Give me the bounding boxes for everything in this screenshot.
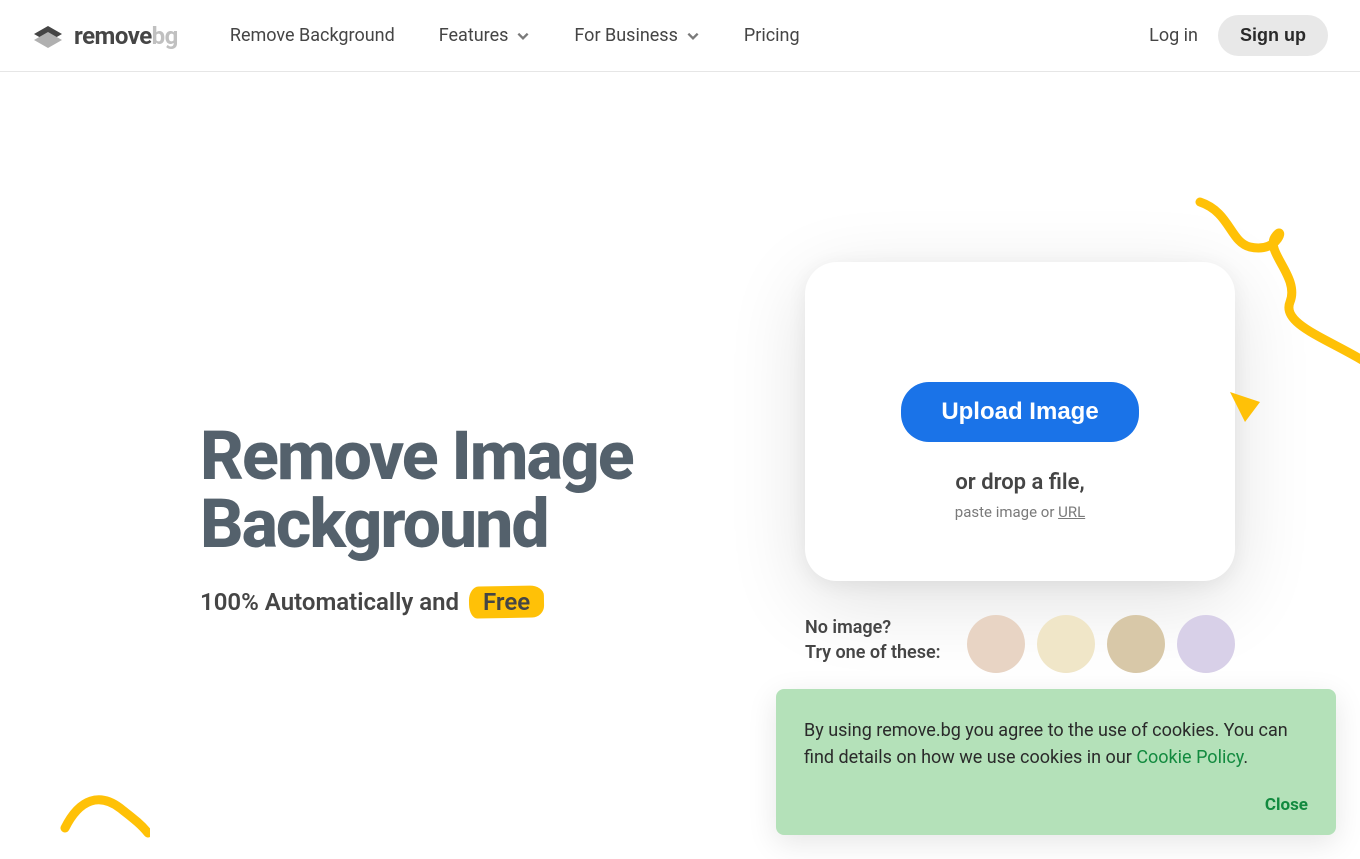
paste-text: paste image or URL — [955, 503, 1085, 521]
no-image-line1: No image? — [805, 615, 941, 640]
no-image-text: No image? Try one of these: — [805, 615, 941, 665]
header: removebg Remove Background Features For … — [0, 0, 1360, 72]
logo-text: removebg — [74, 22, 178, 50]
logo-icon — [32, 24, 64, 48]
nav-remove-background[interactable]: Remove Background — [230, 25, 395, 46]
sample-thumb-3[interactable] — [1107, 615, 1165, 673]
squiggle-decoration-icon — [1190, 192, 1360, 472]
page-title: Remove Image Background — [200, 422, 720, 558]
nav-label: Pricing — [744, 25, 800, 46]
sample-thumb-2[interactable] — [1037, 615, 1095, 673]
main-nav: Remove Background Features For Business … — [230, 25, 800, 46]
hero-subtitle: 100% Automatically and Free — [200, 586, 720, 618]
header-right: Log in Sign up — [1149, 15, 1328, 56]
upload-button[interactable]: Upload Image — [901, 382, 1138, 442]
cookie-actions: Close — [804, 795, 1308, 815]
cookie-close-button[interactable]: Close — [1265, 795, 1308, 815]
header-left: removebg Remove Background Features For … — [32, 22, 800, 50]
signup-button[interactable]: Sign up — [1218, 15, 1328, 56]
url-link[interactable]: URL — [1058, 503, 1085, 521]
nav-label: Remove Background — [230, 25, 395, 46]
nav-features[interactable]: Features — [439, 25, 531, 46]
chevron-down-icon — [686, 29, 700, 43]
subtitle-prefix: 100% Automatically and — [200, 588, 459, 616]
cookie-text-suffix: . — [1243, 747, 1248, 768]
free-badge: Free — [469, 586, 544, 618]
paste-prefix: paste image or — [955, 503, 1058, 521]
hero-left: Remove Image Background 100% Automatical… — [200, 152, 720, 758]
no-image-row: No image? Try one of these: — [805, 615, 1235, 673]
cookie-banner: By using remove.bg you agree to the use … — [776, 689, 1336, 835]
nav-label: Features — [439, 25, 509, 46]
upload-card[interactable]: Upload Image or drop a file, paste image… — [805, 262, 1235, 581]
cookie-text: By using remove.bg you agree to the use … — [804, 717, 1308, 771]
squiggle-bottom-icon — [60, 788, 150, 838]
drop-file-text: or drop a file, — [955, 470, 1084, 495]
sample-thumbnails — [967, 615, 1235, 673]
nav-pricing[interactable]: Pricing — [744, 25, 800, 46]
sample-thumb-1[interactable] — [967, 615, 1025, 673]
cookie-policy-link[interactable]: Cookie Policy — [1136, 747, 1243, 768]
logo[interactable]: removebg — [32, 22, 178, 50]
sample-thumb-4[interactable] — [1177, 615, 1235, 673]
no-image-line2: Try one of these: — [805, 640, 941, 665]
login-link[interactable]: Log in — [1149, 25, 1198, 46]
nav-label: For Business — [574, 25, 677, 46]
nav-for-business[interactable]: For Business — [574, 25, 699, 46]
chevron-down-icon — [516, 29, 530, 43]
